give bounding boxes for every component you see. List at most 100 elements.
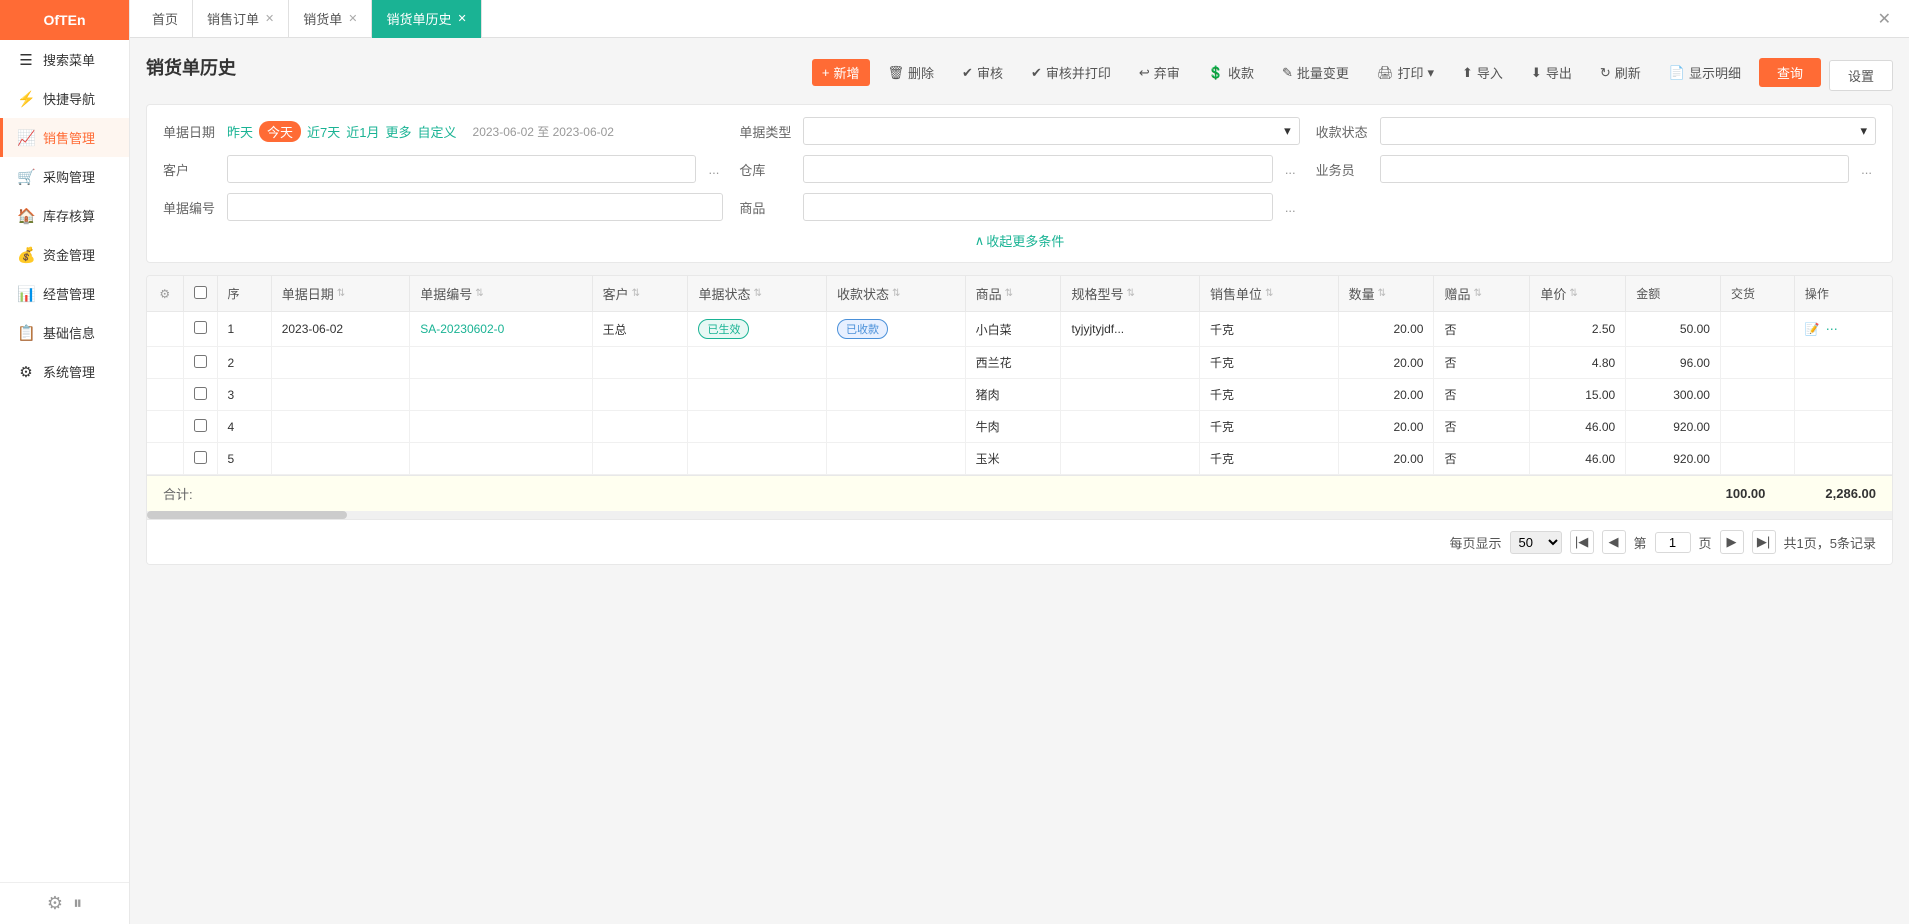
filter-customer: 客户 ...: [163, 155, 723, 183]
prev-page-button[interactable]: ◀: [1602, 530, 1626, 554]
date-today[interactable]: 今天: [259, 121, 301, 142]
print-button[interactable]: 🖨 打印 ▾: [1367, 59, 1444, 86]
th-checkbox[interactable]: [183, 276, 217, 312]
more-link[interactable]: ⋯: [1826, 322, 1838, 336]
goods-input[interactable]: [803, 193, 1272, 221]
delete-button[interactable]: 🗑 删除: [878, 59, 945, 86]
th-doc-date[interactable]: 单据日期⇅: [271, 276, 410, 312]
add-button[interactable]: + 新增: [812, 59, 870, 86]
th-goods[interactable]: 商品⇅: [965, 276, 1061, 312]
th-price[interactable]: 单价⇅: [1530, 276, 1626, 312]
settings-icon[interactable]: ⚙: [47, 893, 63, 914]
query-button[interactable]: 查询: [1759, 58, 1821, 87]
cell-doc-no[interactable]: [410, 347, 592, 379]
cell-doc-no[interactable]: [410, 443, 592, 475]
collapse-button[interactable]: ∧ 收起更多条件: [163, 231, 1876, 250]
th-gear[interactable]: ⚙: [147, 276, 183, 312]
cell-doc-no[interactable]: [410, 379, 592, 411]
close-sales-history-icon[interactable]: ✕: [458, 12, 467, 25]
sidebar-item-base-info[interactable]: 📋 基础信息: [0, 313, 129, 352]
row-checkbox-0[interactable]: [183, 312, 217, 347]
close-sales-order-icon[interactable]: ✕: [265, 12, 274, 25]
goods-ellipsis[interactable]: ...: [1281, 200, 1300, 215]
cell-spec: [1061, 379, 1200, 411]
cell-action[interactable]: [1794, 443, 1892, 475]
warehouse-ellipsis[interactable]: ...: [1281, 162, 1300, 177]
date-1month[interactable]: 近1月: [346, 122, 379, 141]
next-page-button[interactable]: ▶: [1720, 530, 1744, 554]
page-number-input[interactable]: [1655, 532, 1691, 553]
date-7days[interactable]: 近7天: [307, 122, 340, 141]
filter-salesperson: 业务员 ...: [1316, 155, 1876, 183]
cell-action[interactable]: [1794, 347, 1892, 379]
th-doc-status[interactable]: 单据状态⇅: [688, 276, 827, 312]
tab-sales-history[interactable]: 销货单历史 ✕: [372, 0, 481, 38]
sidebar-item-inventory-calc[interactable]: 🏠 库存核算: [0, 196, 129, 235]
sales-icon: 📈: [17, 129, 35, 147]
cell-doc-no[interactable]: SA-20230602-0: [410, 312, 592, 347]
cell-action[interactable]: [1794, 379, 1892, 411]
th-doc-no[interactable]: 单据编号⇅: [410, 276, 592, 312]
salesperson-ellipsis[interactable]: ...: [1857, 162, 1876, 177]
tab-sales-goods[interactable]: 销货单 ✕: [289, 0, 372, 38]
audit-print-button[interactable]: ✔ 审核并打印: [1021, 59, 1121, 86]
doc-no-input[interactable]: [227, 193, 723, 221]
audit-button[interactable]: ✔ 审核: [952, 59, 1013, 86]
date-custom[interactable]: 自定义: [418, 122, 457, 141]
sidebar-item-ops-mgmt[interactable]: 📊 经营管理: [0, 274, 129, 313]
sidebar-item-purchase-mgmt[interactable]: 🛒 采购管理: [0, 157, 129, 196]
set-button[interactable]: 设置: [1829, 60, 1893, 91]
th-customer[interactable]: 客户⇅: [592, 276, 688, 312]
spec-sort-icon: ⇅: [1126, 288, 1134, 299]
show-detail-button[interactable]: 📄 显示明细: [1659, 59, 1751, 86]
date-more[interactable]: 更多: [386, 122, 412, 141]
salesperson-input[interactable]: [1380, 155, 1849, 183]
batch-change-button[interactable]: ✎ 批量变更: [1272, 59, 1359, 86]
row-checkbox-4[interactable]: [183, 443, 217, 475]
abandon-button[interactable]: ↩ 弃审: [1129, 59, 1190, 86]
last-page-button[interactable]: ▶|: [1752, 530, 1776, 554]
filter-warehouse: 仓库 ...: [739, 155, 1299, 183]
export-button[interactable]: ⬇ 导出: [1521, 59, 1582, 86]
first-page-button[interactable]: |◀: [1570, 530, 1594, 554]
date-yesterday[interactable]: 昨天: [227, 122, 253, 141]
sidebar-item-quick-nav[interactable]: ⚡ 快捷导航: [0, 79, 129, 118]
tab-sales-order[interactable]: 销售订单 ✕: [193, 0, 289, 38]
batch-change-icon: ✎: [1282, 65, 1293, 81]
doc-type-select[interactable]: ▾: [803, 117, 1299, 145]
cell-action[interactable]: [1794, 411, 1892, 443]
select-all-checkbox[interactable]: [194, 286, 207, 299]
th-gift[interactable]: 赠品⇅: [1434, 276, 1530, 312]
tab-home[interactable]: 首页: [138, 0, 193, 38]
warehouse-input[interactable]: [803, 155, 1272, 183]
horizontal-scrollbar[interactable]: [147, 511, 1892, 519]
row-checkbox-1[interactable]: [183, 347, 217, 379]
sidebar-item-fund-mgmt[interactable]: 💰 资金管理: [0, 235, 129, 274]
sidebar-item-search-menu[interactable]: ☰ 搜索菜单: [0, 40, 129, 79]
row-checkbox-2[interactable]: [183, 379, 217, 411]
th-qty[interactable]: 数量⇅: [1338, 276, 1434, 312]
import-button[interactable]: ⬆ 导入: [1452, 59, 1513, 86]
receive-button[interactable]: 💲 收款: [1198, 59, 1264, 86]
th-unit[interactable]: 销售单位⇅: [1200, 276, 1339, 312]
close-all-tabs-button[interactable]: ✕: [1868, 9, 1901, 29]
th-spec[interactable]: 规格型号⇅: [1061, 276, 1200, 312]
per-page-select[interactable]: 50 100 200: [1510, 531, 1562, 554]
sidebar-item-sales-mgmt[interactable]: 📈 销售管理: [0, 118, 129, 157]
cell-action[interactable]: 📝⋯: [1794, 312, 1892, 347]
cell-customer: [592, 411, 688, 443]
edit-link[interactable]: 📝: [1805, 322, 1820, 336]
customer-ellipsis[interactable]: ...: [704, 162, 723, 177]
row-checkbox-3[interactable]: [183, 411, 217, 443]
th-pay-status[interactable]: 收款状态⇅: [827, 276, 966, 312]
print-label: 打印: [1397, 63, 1423, 82]
scrollbar-thumb[interactable]: [147, 511, 347, 519]
close-sales-goods-icon[interactable]: ✕: [348, 12, 357, 25]
customer-input[interactable]: [227, 155, 696, 183]
refresh-button[interactable]: ↻ 刷新: [1590, 59, 1651, 86]
doc-no-link[interactable]: SA-20230602-0: [420, 322, 504, 336]
cell-doc-no[interactable]: [410, 411, 592, 443]
pay-status-select[interactable]: ▾: [1380, 117, 1876, 145]
sidebar-item-sys-mgmt[interactable]: ⚙ 系统管理: [0, 352, 129, 391]
pause-icon[interactable]: ⏸: [73, 893, 82, 914]
